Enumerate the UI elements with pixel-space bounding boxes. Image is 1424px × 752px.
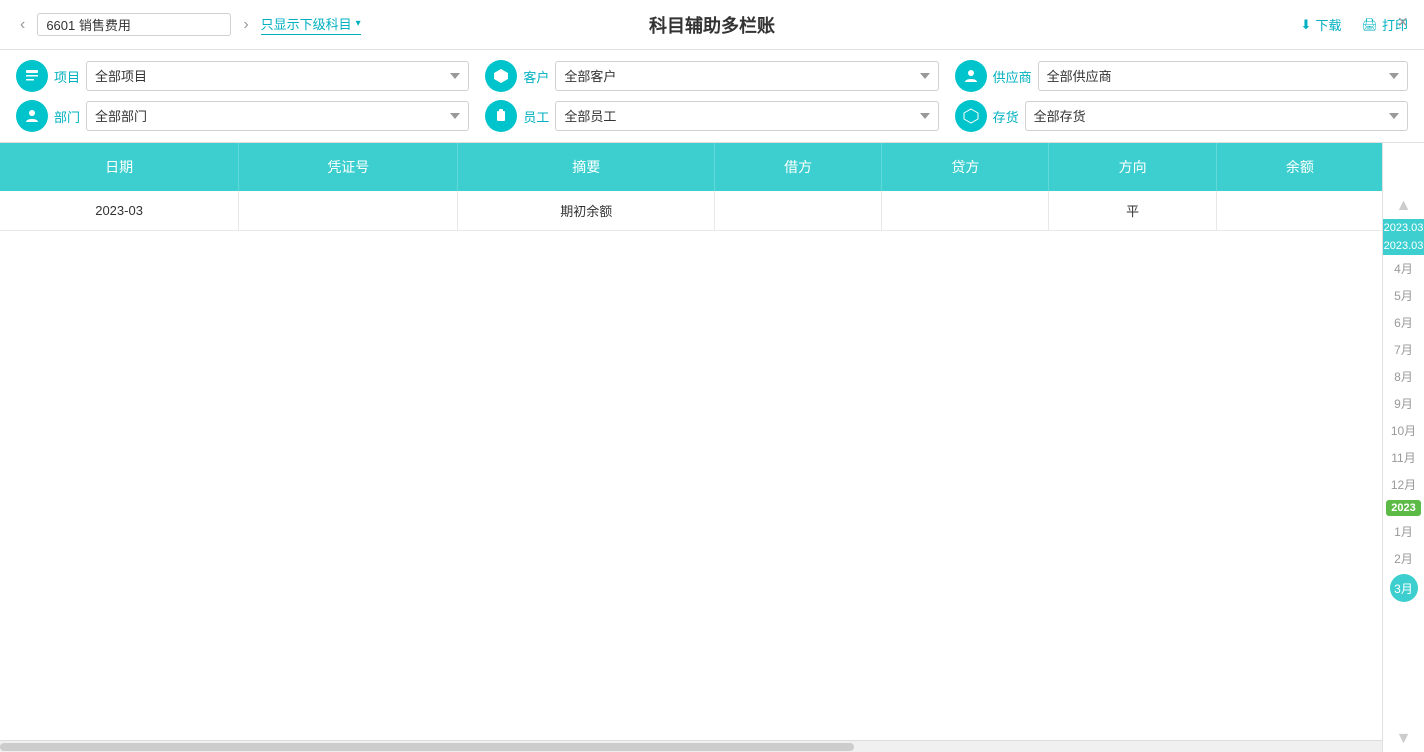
col-date: 日期 bbox=[0, 143, 239, 191]
title-bar-left: ‹ › 只显示下级科目 ▾ bbox=[16, 13, 361, 36]
inventory-icon bbox=[955, 100, 987, 132]
customer-icon bbox=[485, 60, 517, 92]
supplier-label: 供应商 bbox=[993, 67, 1032, 86]
inventory-label: 存货 bbox=[993, 107, 1019, 126]
project-label: 项目 bbox=[54, 67, 80, 86]
side-month-4[interactable]: 4月 bbox=[1383, 255, 1424, 282]
cell-credit bbox=[882, 191, 1049, 231]
side-month-2023-03-top2[interactable]: 2023.03 bbox=[1383, 237, 1424, 255]
table-body: 2023-03 期初余额 平 bbox=[0, 191, 1384, 231]
main-table: 日期 凭证号 摘要 借方 贷方 方向 余额 2023-03 期初余额 平 bbox=[0, 143, 1384, 231]
department-label: 部门 bbox=[54, 107, 80, 126]
table-wrapper: 日期 凭证号 摘要 借方 贷方 方向 余额 2023-03 期初余额 平 bbox=[0, 143, 1384, 740]
employee-icon bbox=[485, 100, 517, 132]
horizontal-scrollbar[interactable] bbox=[0, 740, 1424, 752]
cell-debit bbox=[714, 191, 881, 231]
col-voucher: 凭证号 bbox=[239, 143, 458, 191]
download-label: 下载 bbox=[1315, 15, 1341, 34]
project-icon bbox=[16, 60, 48, 92]
department-select[interactable]: 全部部门 bbox=[86, 101, 469, 131]
table-row: 2023-03 期初余额 平 bbox=[0, 191, 1384, 231]
side-month-panel: ▲ 2023.03 2023.03 4月 5月 6月 7月 8月 9月 10月 … bbox=[1382, 143, 1424, 752]
col-direction: 方向 bbox=[1049, 143, 1216, 191]
cell-direction: 平 bbox=[1049, 191, 1216, 231]
side-month-2023-03-top1[interactable]: 2023.03 bbox=[1383, 219, 1424, 237]
filter-item-inventory: 存货 全部存货 bbox=[955, 100, 1408, 132]
col-credit: 贷方 bbox=[882, 143, 1049, 191]
col-debit: 借方 bbox=[714, 143, 881, 191]
side-month-11[interactable]: 11月 bbox=[1383, 444, 1424, 471]
side-month-8[interactable]: 8月 bbox=[1383, 363, 1424, 390]
show-sub-label: 只显示下级科目 bbox=[261, 14, 352, 33]
employee-label: 员工 bbox=[523, 107, 549, 126]
filter-item-customer: 客户 全部客户 bbox=[485, 60, 938, 92]
side-up-arrow[interactable]: ▲ bbox=[1396, 193, 1412, 219]
cell-date: 2023-03 bbox=[0, 191, 239, 231]
customer-select[interactable]: 全部客户 bbox=[555, 61, 938, 91]
filter-item-department: 部门 全部部门 bbox=[16, 100, 469, 132]
col-summary: 摘要 bbox=[458, 143, 715, 191]
filter-item-employee: 员工 全部员工 bbox=[485, 100, 938, 132]
inventory-select[interactable]: 全部存货 bbox=[1025, 101, 1408, 131]
show-sub-arrow-icon: ▾ bbox=[356, 18, 361, 29]
table-header-row: 日期 凭证号 摘要 借方 贷方 方向 余额 bbox=[0, 143, 1384, 191]
side-month-1[interactable]: 1月 bbox=[1383, 518, 1424, 545]
print-icon: 🖨 bbox=[1361, 17, 1378, 33]
filter-item-project: 项目 全部项目 bbox=[16, 60, 469, 92]
cell-summary: 期初余额 bbox=[458, 191, 715, 231]
filter-row-1: 项目 全部项目 客户 全部客户 供应商 全部供 bbox=[16, 60, 1408, 92]
side-month-6[interactable]: 6月 bbox=[1383, 309, 1424, 336]
supplier-select[interactable]: 全部供应商 bbox=[1038, 61, 1408, 91]
col-balance: 余额 bbox=[1216, 143, 1383, 191]
side-month-10[interactable]: 10月 bbox=[1383, 417, 1424, 444]
side-month-3-active[interactable]: 3月 bbox=[1390, 574, 1418, 602]
show-sub-button[interactable]: 只显示下级科目 ▾ bbox=[261, 14, 361, 35]
cell-voucher bbox=[239, 191, 458, 231]
scrollbar-thumb[interactable] bbox=[0, 743, 854, 751]
filter-area: 项目 全部项目 客户 全部客户 供应商 全部供 bbox=[0, 50, 1424, 143]
department-icon bbox=[16, 100, 48, 132]
filter-row-2: 部门 全部部门 员工 全部员工 存货 全部存货 bbox=[16, 100, 1408, 132]
side-month-9[interactable]: 9月 bbox=[1383, 390, 1424, 417]
project-select[interactable]: 全部项目 bbox=[86, 61, 469, 91]
customer-label: 客户 bbox=[523, 67, 549, 86]
side-month-5[interactable]: 5月 bbox=[1383, 282, 1424, 309]
filter-item-supplier: 供应商 全部供应商 bbox=[955, 60, 1408, 92]
nav-prev-button[interactable]: ‹ bbox=[16, 14, 29, 36]
year-badge-2023[interactable]: 2023 bbox=[1386, 500, 1420, 516]
main-window: ‹ › 只显示下级科目 ▾ 科目辅助多栏账 ⬇ 下载 🖨 打印 × bbox=[0, 0, 1424, 752]
side-down-arrow[interactable]: ▼ bbox=[1396, 726, 1412, 752]
page-title: 科目辅助多栏账 bbox=[649, 12, 775, 38]
side-month-2[interactable]: 2月 bbox=[1383, 545, 1424, 572]
title-bar: ‹ › 只显示下级科目 ▾ 科目辅助多栏账 ⬇ 下载 🖨 打印 × bbox=[0, 0, 1424, 50]
download-icon: ⬇ bbox=[1301, 17, 1312, 33]
title-bar-right: ⬇ 下载 🖨 打印 × bbox=[1301, 15, 1408, 34]
download-button[interactable]: ⬇ 下载 bbox=[1301, 15, 1342, 34]
supplier-icon bbox=[955, 60, 987, 92]
employee-select[interactable]: 全部员工 bbox=[555, 101, 938, 131]
account-code-input[interactable] bbox=[37, 13, 231, 36]
nav-next-button[interactable]: › bbox=[239, 14, 252, 36]
cell-balance bbox=[1216, 191, 1383, 231]
side-month-12[interactable]: 12月 bbox=[1383, 471, 1424, 498]
close-button[interactable]: × bbox=[1397, 12, 1408, 33]
side-month-7[interactable]: 7月 bbox=[1383, 336, 1424, 363]
